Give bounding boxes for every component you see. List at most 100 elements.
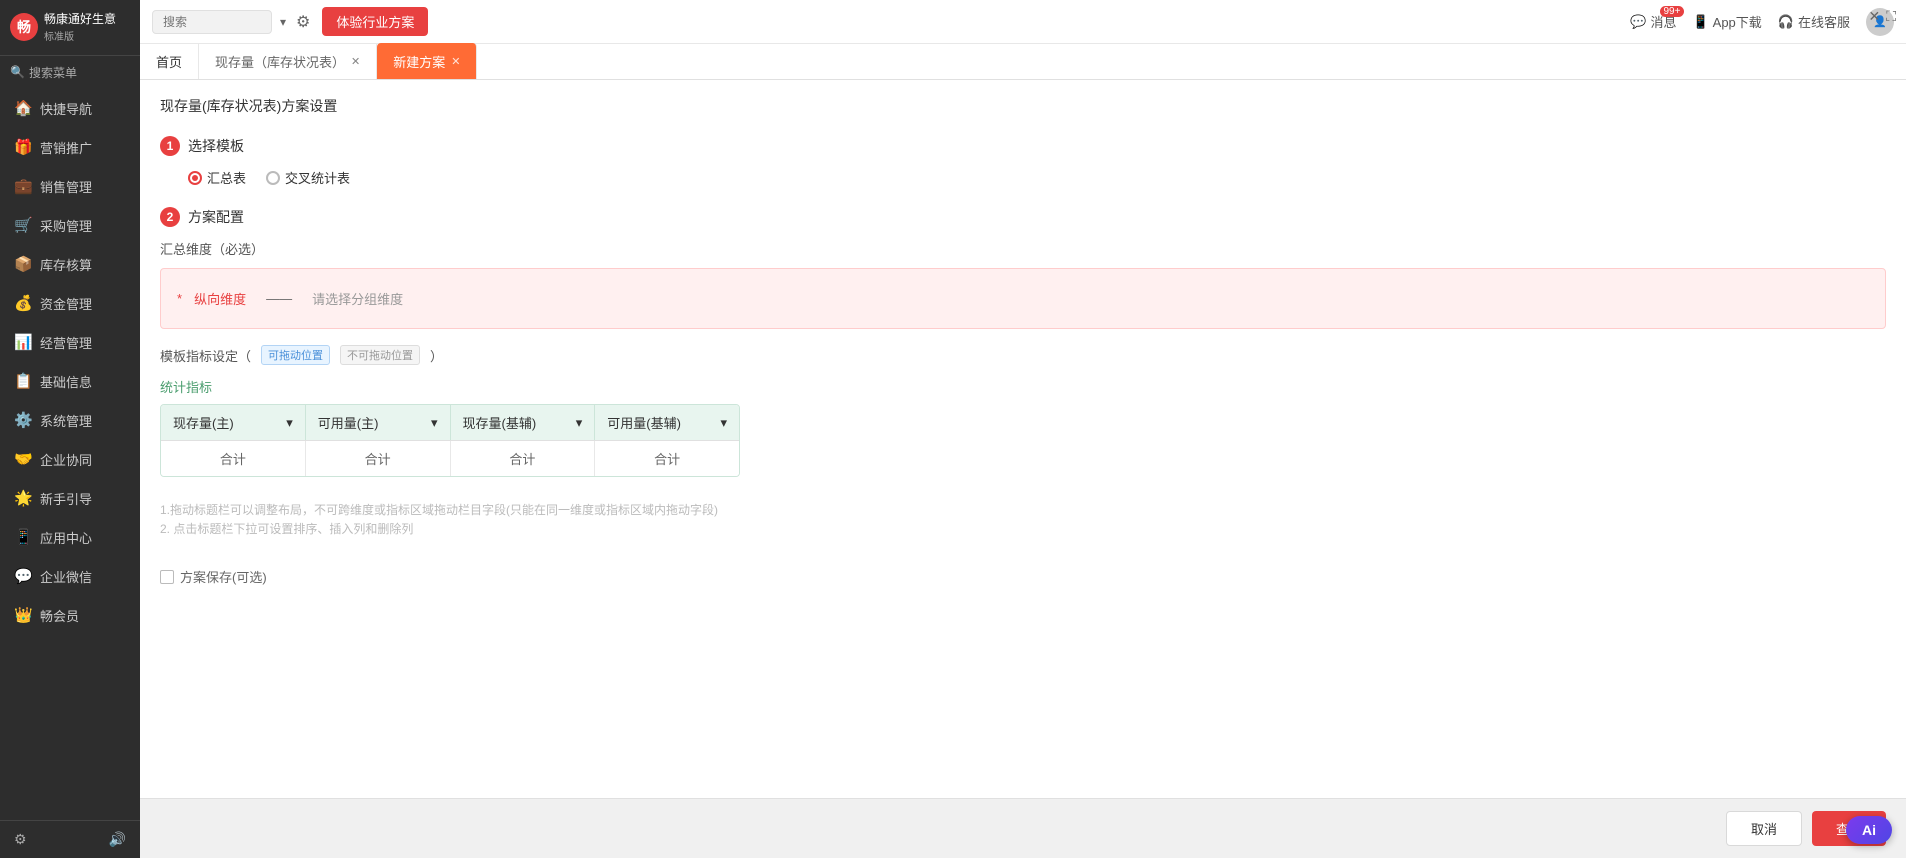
cancel-button[interactable]: 取消: [1726, 811, 1802, 846]
page-title: 现存量(库存状况表)方案设置: [160, 96, 1886, 116]
required-star: *: [177, 291, 182, 306]
stat-cell-0-2: 合计: [451, 441, 596, 476]
stat-cell-0-0: 合计: [161, 441, 306, 476]
sidebar-search[interactable]: 🔍 搜索菜单: [0, 56, 140, 89]
sidebar-item-finance[interactable]: 💰 资金管理: [0, 284, 140, 323]
topbar-settings-icon[interactable]: ⚙: [296, 12, 310, 32]
sidebar-item-app-center[interactable]: 📱 应用中心: [0, 518, 140, 557]
star-icon: 🌟: [14, 489, 32, 507]
sidebar-item-wechat[interactable]: 💬 企业微信: [0, 557, 140, 596]
step2-section: 2 方案配置 汇总维度（必选） * 纵向维度 —— 请选择分组维度 模板指标设定…: [160, 207, 1886, 547]
audio-icon[interactable]: 🔊: [109, 831, 126, 848]
headset-icon: 🎧: [1778, 14, 1794, 30]
sidebar-item-enterprise[interactable]: 🤝 企业协同: [0, 440, 140, 479]
step1-badge: 1: [160, 136, 180, 156]
col-header-1[interactable]: 可用量(主) ▾: [306, 405, 451, 440]
radio-summary-circle: [188, 171, 202, 185]
step1-title: 选择模板: [188, 136, 244, 156]
sidebar-item-quick-nav[interactable]: 🏠 快捷导航: [0, 89, 140, 128]
content-inner: 现存量(库存状况表)方案设置 1 选择模板 汇总表 交叉统计表: [140, 80, 1906, 798]
save-label: 方案保存(可选): [180, 567, 267, 586]
crown-icon: 👑: [14, 606, 32, 624]
stat-section-label: 统计指标: [160, 377, 1886, 396]
sidebar-item-inventory[interactable]: 📦 库存核算: [0, 245, 140, 284]
col-dropdown-0-icon: ▾: [286, 415, 293, 431]
indicator-settings: 模板指标设定（ 可拖动位置 不可拖动位置 不可拖动位置 ）: [160, 345, 1886, 365]
phone-icon: 📱: [14, 528, 32, 546]
col-header-2[interactable]: 现存量(基辅) ▾: [451, 405, 596, 440]
col-header-3[interactable]: 可用量(基辅) ▾: [595, 405, 739, 440]
topbar-right: 💬 消息 99+ 📱 App下载 🎧 在线客服 👤: [1630, 8, 1894, 36]
stat-table-header: 现存量(主) ▾ 可用量(主) ▾ 现存量(基辅) ▾ 可用量(基辅): [161, 405, 739, 440]
save-option: 方案保存(可选): [160, 567, 1886, 586]
cart-icon: 🛒: [14, 216, 32, 234]
dropdown-arrow-icon: ▾: [280, 15, 286, 29]
chart-icon: 📊: [14, 333, 32, 351]
settings-icon: ⚙️: [14, 411, 32, 429]
sidebar-item-system[interactable]: ⚙️ 系统管理: [0, 401, 140, 440]
step1-header: 1 选择模板: [160, 136, 1886, 156]
footer-buttons: 取消 查询: [140, 798, 1906, 858]
message-icon: 💬: [1630, 14, 1646, 30]
indicator-settings-paren-close: ）: [430, 346, 443, 365]
industry-plan-button[interactable]: 体验行业方案: [322, 7, 428, 36]
step2-header: 2 方案配置: [160, 207, 1886, 227]
app-logo-icon: 畅: [10, 13, 38, 41]
topbar-dropdown[interactable]: ▾: [280, 15, 286, 29]
step2-title: 方案配置: [188, 207, 244, 227]
col-dropdown-1-icon: ▾: [431, 415, 438, 431]
content-area: 现存量(库存状况表)方案设置 1 选择模板 汇总表 交叉统计表: [140, 80, 1906, 798]
sidebar-item-operations[interactable]: 📊 经营管理: [0, 323, 140, 362]
window-controls: ✕ ⛶: [1868, 8, 1896, 25]
sidebar-item-basic-info[interactable]: 📋 基础信息: [0, 362, 140, 401]
wechat-icon: 💬: [14, 567, 32, 585]
box-icon: 📦: [14, 255, 32, 273]
dimension-placeholder: 请选择分组维度: [312, 289, 403, 308]
stat-table: 现存量(主) ▾ 可用量(主) ▾ 现存量(基辅) ▾ 可用量(基辅): [160, 404, 740, 477]
tab-new-plan-close-icon[interactable]: ✕: [451, 55, 460, 68]
stat-table-row-0: 合计 合计 合计 合计: [161, 440, 739, 476]
sidebar-item-member[interactable]: 👑 畅会员: [0, 596, 140, 635]
tab-new-plan[interactable]: 新建方案 ✕: [377, 43, 477, 79]
tip-1: 2. 点击标题栏下拉可设置排序、插入列和删除列: [160, 520, 1886, 537]
sidebar-item-marketing[interactable]: 🎁 营销推广: [0, 128, 140, 167]
download-icon: 📱: [1692, 14, 1708, 30]
sidebar-item-guide[interactable]: 🌟 新手引导: [0, 479, 140, 518]
home-icon: 🏠: [14, 99, 32, 117]
tip-0: 1.拖动标题栏可以调整布局，不可跨维度或指标区域拖动栏目字段(只能在同一维度或指…: [160, 501, 1886, 518]
clipboard-icon: 📋: [14, 372, 32, 390]
col-dropdown-2-icon: ▾: [576, 415, 583, 431]
radio-cross-label: 交叉统计表: [285, 168, 350, 187]
ai-button[interactable]: Ai: [1846, 816, 1892, 844]
tab-inventory-status[interactable]: 现存量（库存状况表） ✕: [199, 43, 377, 79]
settings-bottom-icon[interactable]: ⚙: [14, 831, 27, 848]
app-logo-text: 畅康通好生意 标准版: [44, 12, 116, 43]
tab-inventory-close-icon[interactable]: ✕: [351, 55, 360, 68]
messages-button[interactable]: 💬 消息 99+: [1630, 12, 1676, 31]
window-expand-icon[interactable]: ⛶: [1886, 8, 1896, 25]
template-options: 汇总表 交叉统计表: [188, 168, 1886, 187]
app-download-button[interactable]: 📱 App下载: [1692, 12, 1761, 31]
dimension-field-label: 汇总维度（必选）: [160, 239, 1886, 258]
search-input[interactable]: [152, 10, 272, 34]
radio-cross[interactable]: 交叉统计表: [266, 168, 350, 187]
sidebar-item-purchase[interactable]: 🛒 采购管理: [0, 206, 140, 245]
dimension-dash: ——: [266, 291, 292, 306]
sidebar-item-sales[interactable]: 💼 销售管理: [0, 167, 140, 206]
tab-home[interactable]: 首页: [140, 43, 199, 79]
col-header-0[interactable]: 现存量(主) ▾: [161, 405, 306, 440]
save-checkbox[interactable]: [160, 570, 174, 584]
col-dropdown-3-icon: ▾: [720, 415, 727, 431]
sidebar: 畅 畅康通好生意 标准版 🔍 搜索菜单 🏠 快捷导航 🎁 营销推广 💼 销售管理…: [0, 0, 140, 858]
stat-cell-0-3: 合计: [595, 441, 739, 476]
tabs-bar: 首页 现存量（库存状况表） ✕ 新建方案 ✕ ✕ ⛶: [140, 44, 1906, 80]
customer-service-button[interactable]: 🎧 在线客服: [1778, 12, 1850, 31]
radio-summary[interactable]: 汇总表: [188, 168, 246, 187]
step1-section: 1 选择模板 汇总表 交叉统计表: [160, 136, 1886, 187]
handshake-icon: 🤝: [14, 450, 32, 468]
indicator-settings-label: 模板指标设定（: [160, 346, 251, 365]
required-dimension-field[interactable]: * 纵向维度 —— 请选择分组维度: [160, 268, 1886, 329]
non-draggable-badge: 不可拖动位置: [340, 345, 420, 365]
window-close-icon[interactable]: ✕: [1868, 8, 1880, 25]
tips-section: 1.拖动标题栏可以调整布局，不可跨维度或指标区域拖动栏目字段(只能在同一维度或指…: [160, 493, 1886, 547]
